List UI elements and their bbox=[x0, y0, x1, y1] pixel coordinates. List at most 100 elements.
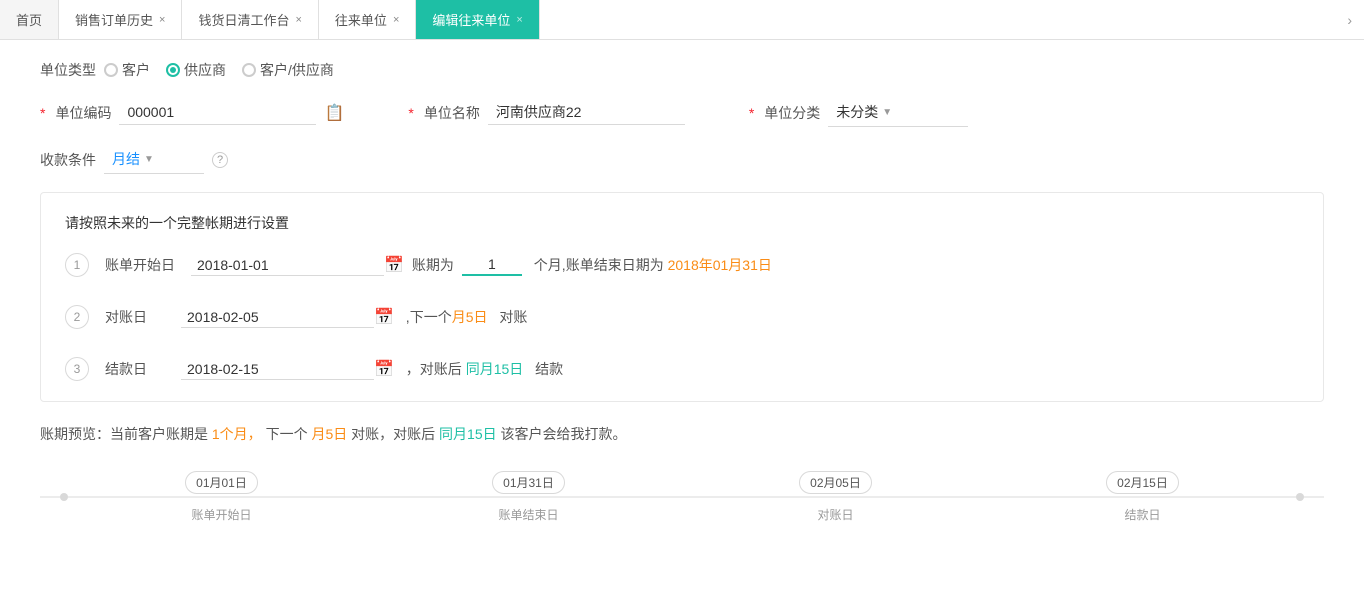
radio-supplier-circle bbox=[166, 63, 180, 77]
step-label-1: 账单开始日 bbox=[105, 255, 175, 275]
step-prefix-2: ,下一个 bbox=[402, 307, 452, 327]
tab-cash-work[interactable]: 钱货日清工作台 × bbox=[182, 0, 318, 39]
timeline: 01月01日 账单开始日 01月31日 账单结束日 02月05日 对账日 02月… bbox=[40, 471, 1324, 523]
preview-prefix: 账期预览：当前客户账期是 bbox=[40, 426, 208, 442]
step-date-1[interactable] bbox=[191, 255, 384, 276]
preview-reconcile: 月5日 bbox=[311, 426, 347, 442]
unit-code-label: 单位编码 bbox=[55, 103, 111, 123]
payment-terms-field: 收款条件 月结 ▼ ? bbox=[40, 145, 228, 174]
page-content: 单位类型 客户 供应商 客户/供应商 * 单位编码 bbox=[0, 40, 1364, 608]
timeline-node-3: 02月05日 对账日 bbox=[799, 471, 872, 523]
tab-sales-history-label: 销售订单历史 bbox=[75, 10, 153, 29]
radio-customer-circle bbox=[104, 63, 118, 77]
unit-category-label: 单位分类 bbox=[764, 103, 820, 123]
payment-terms-label: 收款条件 bbox=[40, 150, 96, 170]
period-input[interactable] bbox=[462, 254, 522, 276]
step-date-3[interactable] bbox=[181, 359, 374, 380]
settings-box: 请按照未来的一个完整帐期进行设置 1 账单开始日 📅 账期为 个月,账单结束日期… bbox=[40, 192, 1324, 402]
step-highlight-3: 同月15日 bbox=[466, 359, 524, 379]
step-num-3: 3 bbox=[65, 357, 89, 381]
preview-payment: 同月15日 bbox=[439, 426, 497, 442]
unit-name-star: * bbox=[408, 105, 413, 121]
payment-terms-chevron: ▼ bbox=[144, 154, 154, 165]
preview-reconcile-suffix: 对账，对账后 bbox=[351, 426, 435, 442]
unit-name-label: 单位名称 bbox=[424, 103, 480, 123]
tab-cash-work-label: 钱货日清工作台 bbox=[198, 10, 289, 29]
step-label-2: 对账日 bbox=[105, 307, 165, 327]
timeline-node-4: 02月15日 结款日 bbox=[1106, 471, 1179, 523]
preview-period: 1个月， bbox=[212, 426, 262, 442]
payment-terms-row: 收款条件 月结 ▼ ? bbox=[40, 145, 1324, 174]
copy-icon[interactable]: 📋 bbox=[324, 103, 344, 123]
payment-terms-select[interactable]: 月结 ▼ bbox=[104, 145, 204, 174]
tab-bar: 首页 销售订单历史 × 钱货日清工作台 × 往来单位 × 编辑往来单位 × › bbox=[0, 0, 1364, 40]
tab-edit-counterpart-label: 编辑往来单位 bbox=[432, 10, 510, 29]
calendar-icon-2[interactable]: 📅 bbox=[374, 307, 394, 327]
step-suffix-2: 对账 bbox=[496, 307, 528, 327]
step-highlight-2: 月5日 bbox=[452, 307, 488, 327]
unit-code-input[interactable] bbox=[119, 100, 316, 125]
unit-code-field: * 单位编码 📋 bbox=[40, 100, 344, 125]
end-date-highlight: 2018年01月31日 bbox=[668, 255, 772, 275]
timeline-dot-right bbox=[1296, 493, 1304, 501]
timeline-node-2: 01月31日 账单结束日 bbox=[492, 471, 565, 523]
preview-text: 账期预览：当前客户账期是 1个月， 下一个 月5日 对账，对账后 同月15日 该… bbox=[40, 422, 1324, 447]
timeline-dot-left bbox=[60, 493, 68, 501]
radio-customer[interactable]: 客户 bbox=[104, 60, 150, 80]
tab-counterparts-close[interactable]: × bbox=[393, 14, 399, 26]
step-row-3: 3 结款日 📅 ，对账后 同月15日 结款 bbox=[65, 357, 1299, 381]
tab-counterparts-label: 往来单位 bbox=[335, 10, 387, 29]
unit-name-field: * 单位名称 bbox=[408, 100, 684, 125]
unit-type-field: 单位类型 客户 供应商 客户/供应商 bbox=[40, 60, 334, 80]
step-date-2[interactable] bbox=[181, 307, 374, 328]
step-prefix-3: ，对账后 bbox=[402, 359, 466, 379]
tab-more-button[interactable]: › bbox=[1335, 0, 1364, 39]
calendar-icon-3[interactable]: 📅 bbox=[374, 359, 394, 379]
unit-category-star: * bbox=[749, 105, 754, 121]
timeline-nodes: 01月01日 账单开始日 01月31日 账单结束日 02月05日 对账日 02月… bbox=[68, 471, 1296, 523]
tab-edit-counterpart-close[interactable]: × bbox=[516, 14, 522, 26]
help-icon[interactable]: ? bbox=[212, 152, 228, 168]
radio-both-circle bbox=[242, 63, 256, 77]
timeline-node-label-4: 结款日 bbox=[1124, 506, 1160, 523]
step-label-3: 结款日 bbox=[105, 359, 165, 379]
tab-sales-history-close[interactable]: × bbox=[159, 14, 165, 26]
step-row-2: 2 对账日 📅 ,下一个 月5日 对账 bbox=[65, 305, 1299, 329]
step-suffix-after-1: 个月,账单结束日期为 bbox=[530, 255, 668, 275]
unit-code-star: * bbox=[40, 105, 45, 121]
unit-category-field: * 单位分类 未分类 ▼ bbox=[749, 98, 968, 127]
radio-customer-label: 客户 bbox=[122, 60, 150, 80]
radio-supplier[interactable]: 供应商 bbox=[166, 60, 226, 80]
timeline-badge-3: 02月05日 bbox=[799, 471, 872, 494]
timeline-node-1: 01月01日 账单开始日 bbox=[185, 471, 258, 523]
unit-type-row: 单位类型 客户 供应商 客户/供应商 bbox=[40, 60, 1324, 80]
tab-sales-history[interactable]: 销售订单历史 × bbox=[59, 0, 182, 39]
calendar-icon-1[interactable]: 📅 bbox=[384, 255, 404, 275]
unit-category-value: 未分类 bbox=[836, 102, 878, 122]
timeline-badge-4: 02月15日 bbox=[1106, 471, 1179, 494]
preview-suffix: 该客户会给我打款。 bbox=[501, 426, 627, 442]
tab-home-label: 首页 bbox=[16, 10, 42, 29]
tab-home[interactable]: 首页 bbox=[0, 0, 59, 39]
radio-both[interactable]: 客户/供应商 bbox=[242, 60, 334, 80]
timeline-node-label-3: 对账日 bbox=[817, 506, 853, 523]
unit-type-label: 单位类型 bbox=[40, 60, 96, 80]
step-suffix-before-1: 账期为 bbox=[412, 255, 454, 275]
step-suffix-3: 结款 bbox=[531, 359, 563, 379]
tab-cash-work-close[interactable]: × bbox=[295, 14, 301, 26]
timeline-node-label-1: 账单开始日 bbox=[191, 506, 251, 523]
radio-supplier-label: 供应商 bbox=[184, 60, 226, 80]
unit-name-input[interactable] bbox=[488, 100, 685, 125]
unit-category-select[interactable]: 未分类 ▼ bbox=[828, 98, 968, 127]
preview-middle: 下一个 bbox=[266, 426, 308, 442]
tab-edit-counterpart[interactable]: 编辑往来单位 × bbox=[416, 0, 539, 39]
timeline-badge-1: 01月01日 bbox=[185, 471, 258, 494]
tab-counterparts[interactable]: 往来单位 × bbox=[319, 0, 416, 39]
chevron-down-icon: ▼ bbox=[882, 107, 892, 118]
unit-info-row: * 单位编码 📋 * 单位名称 * 单位分类 未分类 ▼ bbox=[40, 98, 1324, 127]
step-num-2: 2 bbox=[65, 305, 89, 329]
unit-type-radio-group: 客户 供应商 客户/供应商 bbox=[104, 60, 334, 80]
timeline-badge-2: 01月31日 bbox=[492, 471, 565, 494]
timeline-node-label-2: 账单结束日 bbox=[498, 506, 558, 523]
step-num-1: 1 bbox=[65, 253, 89, 277]
